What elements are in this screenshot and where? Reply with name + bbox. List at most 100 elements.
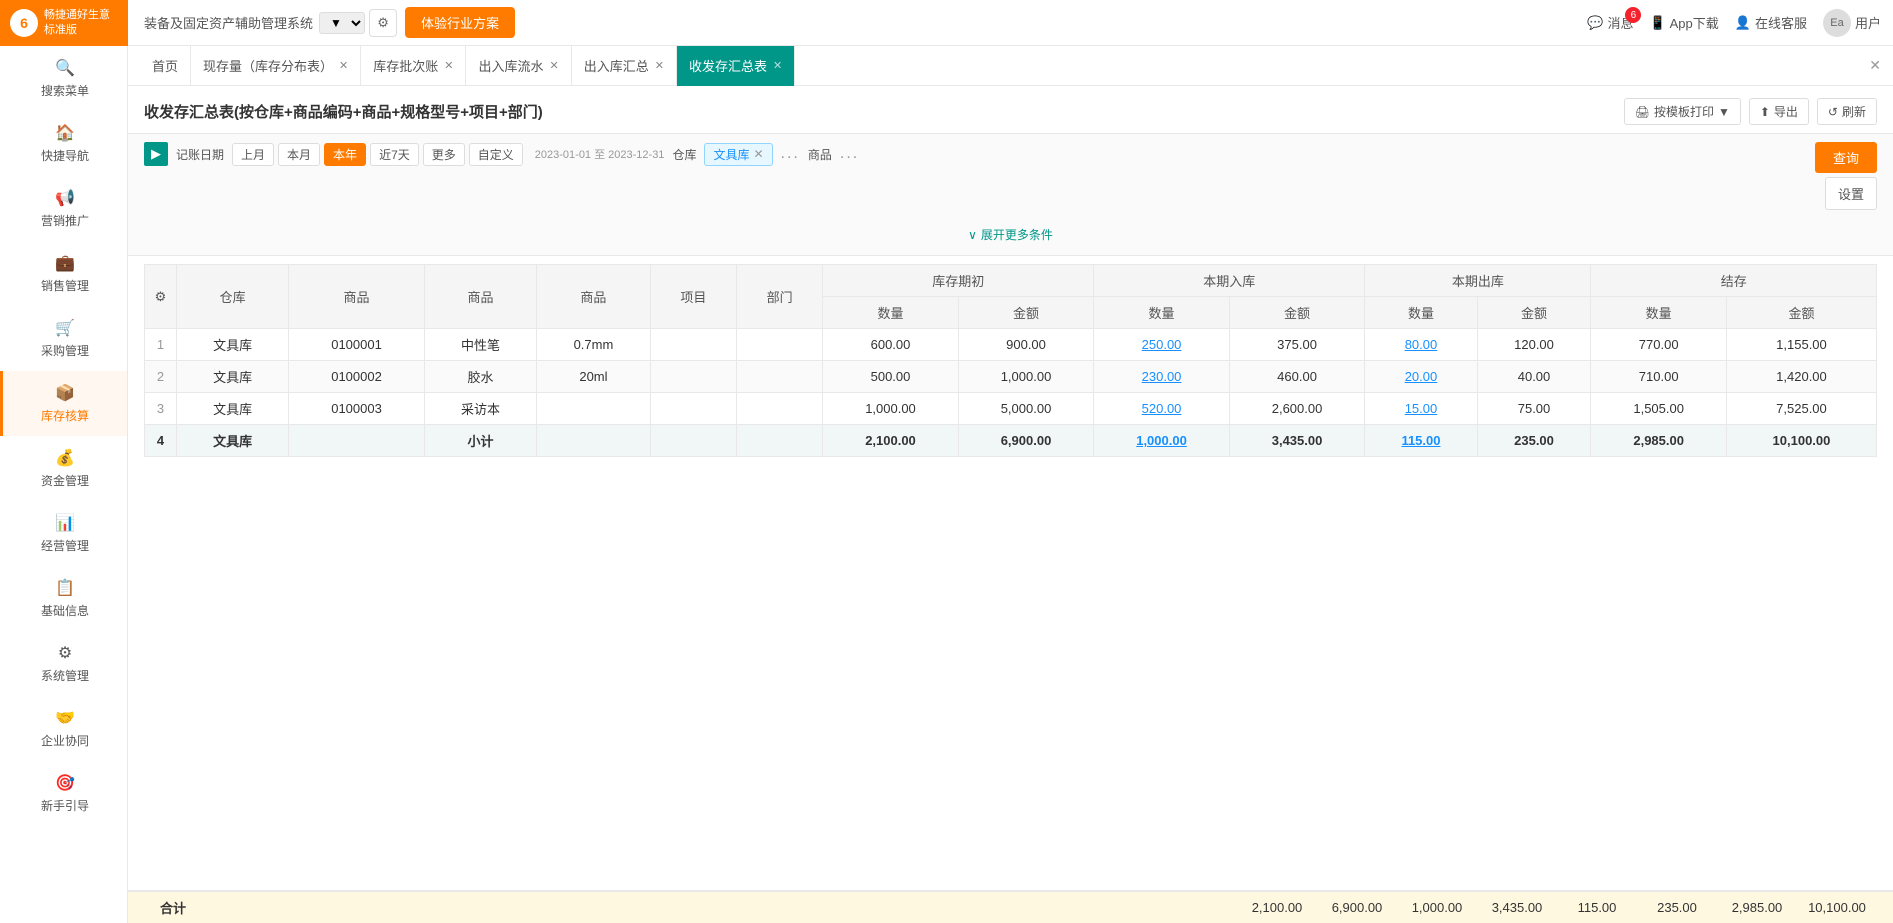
row-in-qty[interactable]: 230.00 (1094, 361, 1230, 393)
date-btn-prev-month[interactable]: 上月 (232, 143, 274, 166)
finance-icon: 💰 (55, 448, 75, 468)
col-goods-code: 商品 (289, 265, 425, 329)
export-icon: ⬆ (1760, 105, 1770, 119)
col-in-qty: 数量 (1094, 297, 1230, 329)
subtotal-out-qty[interactable]: 115.00 (1365, 425, 1477, 457)
print-icon: 🖨 (1635, 105, 1650, 119)
col-settings[interactable]: ⚙ (145, 265, 177, 329)
chevron-down-icon: ∨ (968, 228, 977, 242)
goods-filter-label: 商品 (808, 146, 832, 163)
sidebar-item-operations[interactable]: 📊 经营管理 (0, 501, 127, 566)
row-bal-amt: 1,420.00 (1726, 361, 1876, 393)
tab-bar: 首页 现存量（库存分布表） ✕ 库存批次账 ✕ 出入库流水 ✕ 出入库汇总 ✕ … (128, 46, 1893, 86)
row-out-qty[interactable]: 15.00 (1365, 393, 1477, 425)
row-goods-spec (537, 393, 651, 425)
col-open-amt: 金额 (958, 297, 1094, 329)
sidebar-item-inventory[interactable]: 📦 库存核算 (0, 371, 127, 436)
date-btn-7days[interactable]: 近7天 (370, 143, 419, 166)
row-goods-spec: 20ml (537, 361, 651, 393)
tab-close-inout-flow[interactable]: ✕ (550, 59, 559, 72)
row-out-amt: 120.00 (1477, 329, 1591, 361)
query-button[interactable]: 查询 (1815, 142, 1877, 173)
avatar: Ea (1823, 9, 1851, 37)
date-range-text: 2023-01-01 至 2023-12-31 (535, 146, 665, 162)
table-row: 2 文具库 0100002 胶水 20ml 500.00 1,000.00 23… (145, 361, 1877, 393)
warehouse-more-btn[interactable]: ... (781, 145, 800, 163)
row-out-qty[interactable]: 20.00 (1365, 361, 1477, 393)
subtotal-warehouse: 文具库 (177, 425, 289, 457)
warehouse-tag-remove[interactable]: ✕ (753, 147, 763, 161)
sidebar-label-quicknav: 快捷导航 (41, 147, 89, 164)
col-goods-spec: 商品 (537, 265, 651, 329)
sidebar-item-cooperation[interactable]: 🤝 企业协同 (0, 696, 127, 761)
date-filter-label: 记账日期 (176, 146, 224, 163)
row-project (650, 361, 736, 393)
sidebar-item-search[interactable]: 🔍 搜索菜单 (0, 46, 127, 111)
sidebar-label-purchase: 采购管理 (41, 342, 89, 359)
row-warehouse: 文具库 (177, 361, 289, 393)
print-button[interactable]: 🖨 按模板打印 ▼ (1624, 98, 1741, 125)
row-open-amt: 1,000.00 (958, 361, 1094, 393)
sidebar-item-marketing[interactable]: 📢 营销推广 (0, 176, 127, 241)
row-goods-code: 0100002 (289, 361, 425, 393)
col-group-open: 库存期初 (823, 265, 1094, 297)
row-in-qty[interactable]: 520.00 (1094, 393, 1230, 425)
tab-inout-flow[interactable]: 出入库流水 ✕ (466, 46, 571, 86)
online-service-button[interactable]: 👤 在线客服 (1735, 13, 1807, 32)
sidebar-item-quicknav[interactable]: 🏠 快捷导航 (0, 111, 127, 176)
tab-close-batch[interactable]: ✕ (444, 59, 453, 72)
subtotal-dept (737, 425, 823, 457)
app-download-button[interactable]: 📱 App下载 (1649, 13, 1718, 32)
row-seq: 3 (145, 393, 177, 425)
date-btn-cur-year[interactable]: 本年 (324, 143, 366, 166)
goods-more-btn[interactable]: ... (840, 145, 859, 163)
expand-more-btn[interactable]: ∨ 展开更多条件 (144, 226, 1877, 243)
user-menu[interactable]: Ea 用户 (1823, 9, 1881, 37)
row-in-qty[interactable]: 250.00 (1094, 329, 1230, 361)
tab-stock-dist[interactable]: 现存量（库存分布表） ✕ (191, 46, 361, 86)
refresh-button[interactable]: ↺ 刷新 (1817, 98, 1877, 125)
subtotal-out-amt: 235.00 (1477, 425, 1591, 457)
row-goods-name: 中性笔 (424, 329, 536, 361)
sidebar-label-marketing: 营销推广 (41, 212, 89, 229)
subtotal-row: 4 文具库 小计 2,100.00 6,900.00 1,000.00 3,43… (145, 425, 1877, 457)
tab-recv-send[interactable]: 收发存汇总表 ✕ (677, 46, 795, 86)
tab-inout-summary[interactable]: 出入库汇总 ✕ (572, 46, 677, 86)
sidebar-label-operations: 经营管理 (41, 537, 89, 554)
gear-button[interactable]: ⚙ (369, 9, 397, 37)
tab-close-stock-dist[interactable]: ✕ (339, 59, 348, 72)
subtotal-open-amt: 6,900.00 (958, 425, 1094, 457)
row-out-amt: 40.00 (1477, 361, 1591, 393)
header-right: 💬 消息 6 📱 App下载 👤 在线客服 Ea 用户 (1587, 9, 1881, 37)
total-open-amt: 6,900.00 (1317, 900, 1397, 915)
date-shortcuts: 上月 本月 本年 近7天 更多 自定义 (232, 143, 523, 166)
date-btn-more[interactable]: 更多 (423, 143, 465, 166)
row-out-qty[interactable]: 80.00 (1365, 329, 1477, 361)
tab-batch[interactable]: 库存批次账 ✕ (361, 46, 466, 86)
row-warehouse: 文具库 (177, 393, 289, 425)
subtotal-in-qty[interactable]: 1,000.00 (1094, 425, 1230, 457)
tab-home[interactable]: 首页 (140, 46, 191, 86)
message-button[interactable]: 💬 消息 6 (1587, 13, 1633, 32)
tab-close-inout-summary[interactable]: ✕ (655, 59, 664, 72)
col-group-in: 本期入库 (1094, 265, 1365, 297)
date-btn-custom[interactable]: 自定义 (469, 143, 523, 166)
sidebar-item-baseinfo[interactable]: 📋 基础信息 (0, 566, 127, 631)
trial-button[interactable]: 体验行业方案 (405, 7, 515, 38)
col-dept: 部门 (737, 265, 823, 329)
system-selector[interactable]: ▼ (319, 12, 365, 34)
filter-expand-arrow[interactable]: ▶ (144, 142, 168, 166)
sidebar-item-guide[interactable]: 🎯 新手引导 (0, 761, 127, 826)
close-all-tabs[interactable]: ✕ (1869, 57, 1881, 74)
sidebar-item-finance[interactable]: 💰 资金管理 (0, 436, 127, 501)
subtotal-spec (537, 425, 651, 457)
subtotal-bal-amt: 10,100.00 (1726, 425, 1876, 457)
export-button[interactable]: ⬆ 导出 (1749, 98, 1809, 125)
total-out-amt: 235.00 (1637, 900, 1717, 915)
settings-button[interactable]: 设置 (1825, 177, 1877, 210)
sidebar-item-sales[interactable]: 💼 销售管理 (0, 241, 127, 306)
tab-close-recv-send[interactable]: ✕ (773, 59, 782, 72)
sidebar-item-system[interactable]: ⚙ 系统管理 (0, 631, 127, 696)
date-btn-cur-month[interactable]: 本月 (278, 143, 320, 166)
sidebar-item-purchase[interactable]: 🛒 采购管理 (0, 306, 127, 371)
